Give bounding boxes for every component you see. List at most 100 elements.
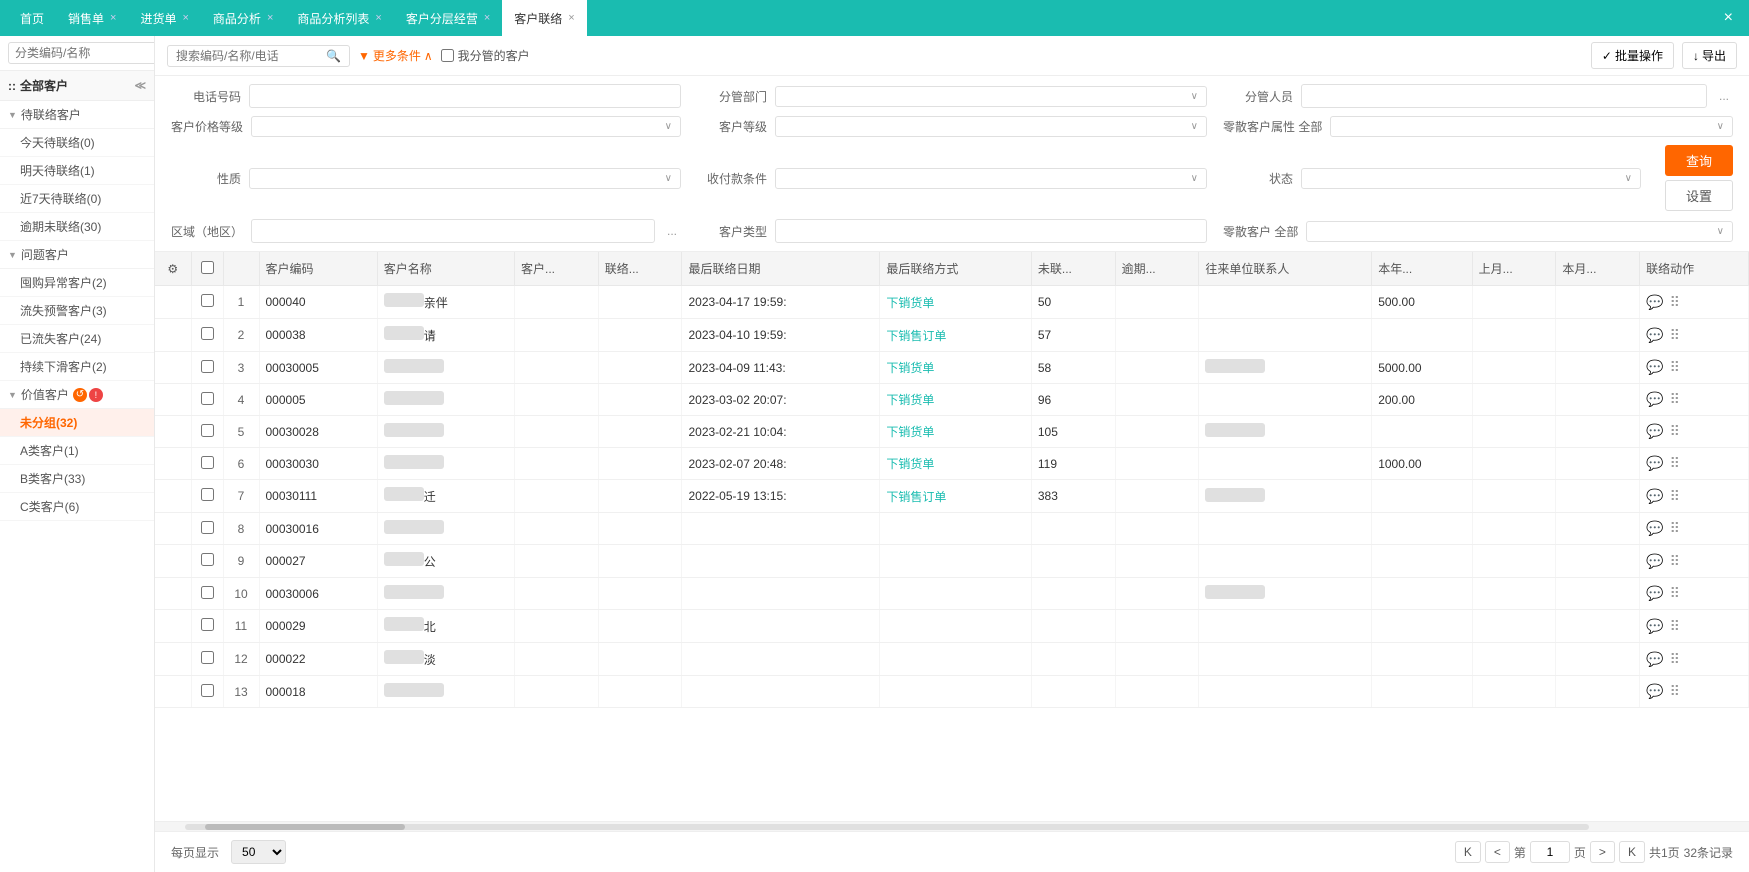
row-checkbox-cell[interactable] bbox=[191, 610, 223, 643]
my-customers-checkbox[interactable]: 我分管的客户 bbox=[441, 47, 530, 64]
sidebar-item-ungrouped[interactable]: 未分组(32) bbox=[0, 409, 154, 437]
person-dots[interactable]: ... bbox=[1715, 89, 1733, 103]
chat-icon[interactable]: 💬 bbox=[1646, 520, 1663, 537]
row-checkbox-cell[interactable] bbox=[191, 545, 223, 578]
search-input[interactable] bbox=[176, 49, 326, 63]
more-icon[interactable]: ⠿ bbox=[1670, 391, 1680, 408]
search-icon[interactable]: 🔍 bbox=[326, 49, 341, 63]
more-icon[interactable]: ⠿ bbox=[1670, 359, 1680, 376]
retail-attr-select[interactable]: ∨ bbox=[1330, 116, 1733, 137]
region-dots[interactable]: ... bbox=[663, 224, 681, 238]
row-checkbox[interactable] bbox=[201, 553, 214, 566]
more-icon[interactable]: ⠿ bbox=[1670, 520, 1680, 537]
more-icon[interactable]: ⠿ bbox=[1670, 683, 1680, 700]
chat-icon[interactable]: 💬 bbox=[1646, 327, 1663, 344]
value-customers-group[interactable]: ▼ 价值客户 ↺ ! bbox=[0, 381, 154, 409]
nav-tab-analysis[interactable]: 商品分析 × bbox=[201, 0, 285, 36]
last-page-btn[interactable]: K bbox=[1619, 841, 1645, 863]
row-checkbox[interactable] bbox=[201, 618, 214, 631]
row-checkbox-cell[interactable] bbox=[191, 319, 223, 352]
row-last-method[interactable] bbox=[880, 578, 1031, 610]
row-actions[interactable]: 💬⠿ bbox=[1640, 384, 1749, 416]
row-checkbox-cell[interactable] bbox=[191, 352, 223, 384]
row-actions[interactable]: 💬⠿ bbox=[1640, 319, 1749, 352]
chat-icon[interactable]: 💬 bbox=[1646, 651, 1663, 668]
nav-tab-sales[interactable]: 销售单 × bbox=[56, 0, 128, 36]
my-customers-check[interactable] bbox=[441, 49, 454, 62]
query-btn[interactable]: 查询 bbox=[1665, 145, 1733, 176]
sidebar-item-churned[interactable]: 已流失客户(24) bbox=[0, 325, 154, 353]
row-last-method[interactable]: 下销售订单 bbox=[880, 480, 1031, 513]
chat-icon[interactable]: 💬 bbox=[1646, 553, 1663, 570]
row-checkbox[interactable] bbox=[201, 521, 214, 534]
chat-icon[interactable]: 💬 bbox=[1646, 585, 1663, 602]
row-checkbox-cell[interactable] bbox=[191, 384, 223, 416]
row-actions[interactable]: 💬⠿ bbox=[1640, 448, 1749, 480]
batch-operations-btn[interactable]: ✓ 批量操作 bbox=[1591, 42, 1674, 69]
row-last-method[interactable]: 下销货单 bbox=[880, 352, 1031, 384]
sidebar-item-hoarding[interactable]: 囤购异常客户(2) bbox=[0, 269, 154, 297]
region-input[interactable] bbox=[251, 219, 655, 243]
chat-icon[interactable]: 💬 bbox=[1646, 359, 1663, 376]
sidebar-item-overdue[interactable]: 逾期未联络(30) bbox=[0, 213, 154, 241]
chat-icon[interactable]: 💬 bbox=[1646, 423, 1663, 440]
close-all-tabs[interactable]: × bbox=[1716, 9, 1741, 27]
sidebar-item-c-class[interactable]: C类客户(6) bbox=[0, 493, 154, 521]
row-actions[interactable]: 💬⠿ bbox=[1640, 610, 1749, 643]
page-size-select[interactable]: 50 100 bbox=[231, 840, 286, 864]
person-input[interactable] bbox=[1301, 84, 1707, 108]
row-last-method[interactable]: 下销货单 bbox=[880, 448, 1031, 480]
price-level-select[interactable]: ∨ bbox=[251, 116, 681, 137]
row-last-method[interactable]: 下销货单 bbox=[880, 416, 1031, 448]
sidebar-item-churn-warning[interactable]: 流失预警客户(3) bbox=[0, 297, 154, 325]
row-actions[interactable]: 💬⠿ bbox=[1640, 286, 1749, 319]
collapse-icon[interactable]: ≪ bbox=[134, 79, 146, 92]
close-customer-contact-tab[interactable]: × bbox=[568, 12, 574, 24]
scroll-handle[interactable] bbox=[205, 824, 405, 830]
row-checkbox-cell[interactable] bbox=[191, 643, 223, 676]
row-actions[interactable]: 💬⠿ bbox=[1640, 676, 1749, 708]
sidebar-item-a-class[interactable]: A类客户(1) bbox=[0, 437, 154, 465]
next-page-btn[interactable]: > bbox=[1590, 841, 1615, 863]
nav-tab-analysis-list[interactable]: 商品分析列表 × bbox=[285, 0, 393, 36]
row-actions[interactable]: 💬⠿ bbox=[1640, 352, 1749, 384]
nav-tab-purchase[interactable]: 进货单 × bbox=[128, 0, 200, 36]
more-icon[interactable]: ⠿ bbox=[1670, 585, 1680, 602]
row-last-method[interactable] bbox=[880, 676, 1031, 708]
sidebar-item-declining[interactable]: 持续下滑客户(2) bbox=[0, 353, 154, 381]
chat-icon[interactable]: 💬 bbox=[1646, 455, 1663, 472]
row-actions[interactable]: 💬⠿ bbox=[1640, 643, 1749, 676]
row-actions[interactable]: 💬⠿ bbox=[1640, 578, 1749, 610]
phone-input[interactable] bbox=[249, 84, 681, 108]
row-checkbox-cell[interactable] bbox=[191, 416, 223, 448]
sidebar-item-7days[interactable]: 近7天待联络(0) bbox=[0, 185, 154, 213]
nav-tab-customer-contact[interactable]: 客户联络 × bbox=[502, 0, 586, 36]
all-customers-header[interactable]: :: 全部客户 ≪ bbox=[0, 71, 154, 101]
row-checkbox-cell[interactable] bbox=[191, 286, 223, 319]
page-number-input[interactable] bbox=[1530, 841, 1570, 863]
row-checkbox[interactable] bbox=[201, 586, 214, 599]
close-customer-tier-tab[interactable]: × bbox=[484, 12, 490, 24]
row-checkbox[interactable] bbox=[201, 424, 214, 437]
row-checkbox-cell[interactable] bbox=[191, 448, 223, 480]
more-conditions-btn[interactable]: ▼ 更多条件 ∧ bbox=[358, 47, 433, 64]
more-icon[interactable]: ⠿ bbox=[1670, 618, 1680, 635]
row-checkbox[interactable] bbox=[201, 651, 214, 664]
export-btn[interactable]: ↓ 导出 bbox=[1682, 42, 1737, 69]
level-select[interactable]: ∨ bbox=[775, 116, 1207, 137]
row-last-method[interactable] bbox=[880, 643, 1031, 676]
retail-customer-select[interactable]: ∨ bbox=[1306, 221, 1733, 242]
pending-contact-group[interactable]: ▼ 待联络客户 bbox=[0, 101, 154, 129]
row-checkbox-cell[interactable] bbox=[191, 676, 223, 708]
payment-select[interactable]: ∨ bbox=[775, 168, 1207, 189]
th-settings[interactable]: ⚙ bbox=[155, 252, 191, 286]
prev-page-btn[interactable]: < bbox=[1485, 841, 1510, 863]
sidebar-item-tomorrow[interactable]: 明天待联络(1) bbox=[0, 157, 154, 185]
more-icon[interactable]: ⠿ bbox=[1670, 423, 1680, 440]
nature-select[interactable]: ∨ bbox=[249, 168, 681, 189]
row-last-method[interactable]: 下销售订单 bbox=[880, 319, 1031, 352]
sidebar-search-input[interactable] bbox=[8, 42, 155, 64]
row-checkbox-cell[interactable] bbox=[191, 480, 223, 513]
row-checkbox[interactable] bbox=[201, 294, 214, 307]
row-actions[interactable]: 💬⠿ bbox=[1640, 513, 1749, 545]
